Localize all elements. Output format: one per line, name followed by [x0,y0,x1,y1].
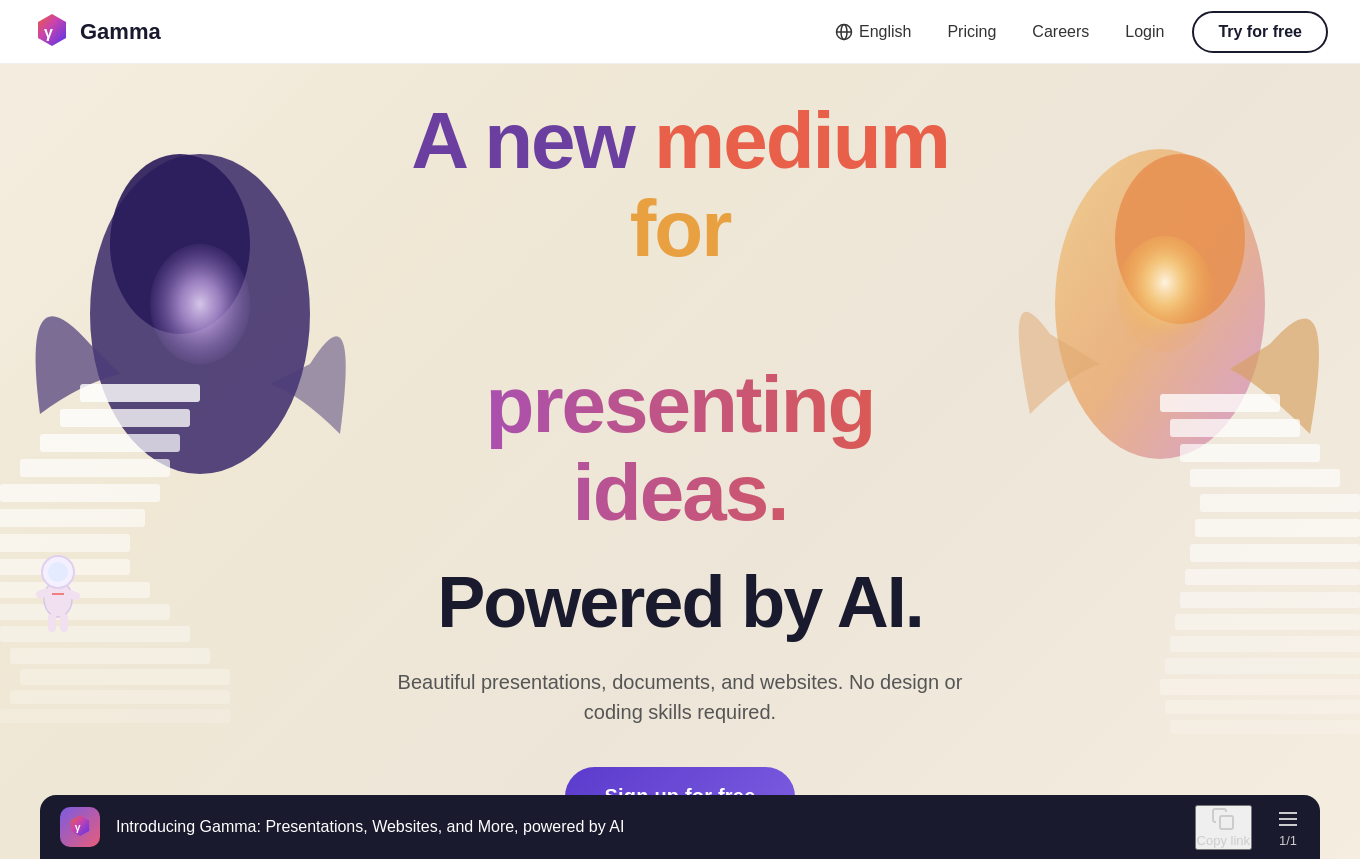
svg-rect-9 [40,434,180,452]
title-line2: presenting ideas. [370,361,990,537]
hero-content: A new medium for presenting ideas. Power… [330,97,1030,826]
svg-rect-18 [10,648,210,664]
login-link[interactable]: Login [1109,15,1180,49]
svg-rect-8 [60,409,190,427]
left-decoration [0,64,380,859]
hero-section: A new medium for presenting ideas. Power… [0,0,1360,859]
svg-point-31 [1055,149,1265,459]
svg-text:γ: γ [44,24,53,41]
svg-rect-21 [0,709,230,723]
svg-rect-13 [0,534,130,552]
copy-label: Copy link [1197,833,1250,848]
pages-icon [1276,807,1300,831]
logo-text: Gamma [80,19,161,45]
svg-rect-11 [0,484,160,502]
svg-rect-36 [1180,444,1320,462]
title-text-medium: medium [654,96,949,185]
svg-rect-16 [0,604,170,620]
svg-point-32 [1115,154,1245,324]
svg-rect-34 [1160,394,1280,412]
video-title: Introducing Gamma: Presentations, Websit… [116,818,1179,836]
svg-rect-20 [10,690,230,704]
careers-link[interactable]: Careers [1016,15,1105,49]
title-text-purple: A new [411,96,654,185]
svg-rect-48 [1170,720,1360,734]
svg-rect-10 [20,459,170,477]
title-text-for: for [630,184,731,273]
svg-rect-17 [0,626,190,642]
svg-rect-19 [20,669,230,685]
page-count: 1/1 [1279,833,1297,848]
globe-icon [835,23,853,41]
copy-icon [1211,807,1235,831]
try-free-button[interactable]: Try for free [1192,11,1328,53]
svg-rect-46 [1160,679,1360,695]
svg-point-24 [42,556,74,588]
svg-point-23 [44,581,72,617]
bottom-bar-logo: γ [60,807,100,847]
svg-rect-29 [65,589,81,601]
svg-point-22 [150,244,250,364]
page-counter: 1/1 [1276,807,1300,848]
careers-label: Careers [1032,23,1089,41]
svg-rect-43 [1175,614,1360,630]
pricing-link[interactable]: Pricing [931,15,1012,49]
nav-right: English Pricing Careers Login Try for fr… [819,11,1328,53]
svg-point-33 [1117,236,1213,352]
logo[interactable]: γ Gamma [32,12,161,52]
hero-subtitle: Powered by AI. [370,561,990,643]
svg-point-25 [48,562,68,582]
svg-rect-35 [1170,419,1300,437]
language-selector[interactable]: English [819,15,927,49]
pricing-label: Pricing [947,23,996,41]
svg-rect-39 [1195,519,1360,537]
svg-point-6 [110,154,250,334]
right-decoration [980,64,1360,859]
svg-rect-26 [48,614,56,632]
language-label: English [859,23,911,41]
svg-text:γ: γ [75,822,81,833]
svg-rect-41 [1185,569,1360,585]
copy-link-button[interactable]: Copy link [1195,805,1252,850]
bottom-logo-icon: γ [67,814,93,840]
svg-point-5 [90,154,310,474]
bottom-bar-actions: Copy link 1/1 [1195,805,1300,850]
hero-description: Beautiful presentations, documents, and … [370,667,990,727]
login-label: Login [1125,23,1164,41]
svg-rect-27 [60,614,68,632]
svg-rect-50 [1220,816,1233,829]
svg-rect-47 [1165,700,1360,714]
navbar: γ Gamma English Pricing Careers Login Tr… [0,0,1360,64]
svg-rect-38 [1200,494,1360,512]
logo-icon: γ [32,12,72,52]
svg-rect-28 [35,587,51,599]
svg-rect-37 [1190,469,1340,487]
bottom-bar: γ Introducing Gamma: Presentations, Webs… [40,795,1320,859]
svg-rect-44 [1170,636,1360,652]
hero-title: A new medium for presenting ideas. [370,97,990,537]
svg-rect-45 [1165,658,1360,674]
svg-rect-42 [1180,592,1360,608]
svg-rect-7 [80,384,200,402]
svg-rect-12 [0,509,145,527]
svg-rect-15 [0,582,150,598]
svg-rect-40 [1190,544,1360,562]
svg-rect-14 [0,559,130,575]
